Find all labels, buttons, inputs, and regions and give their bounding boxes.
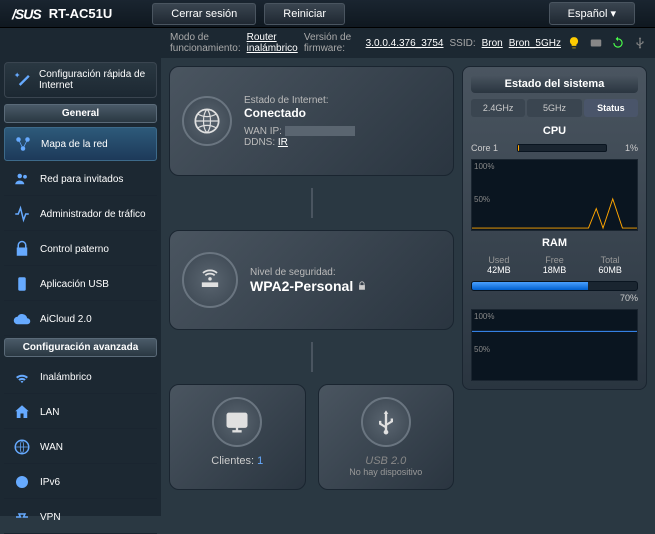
globe-icon (182, 96, 232, 146)
status-bar: Modo de funcionamiento: Router inalámbri… (0, 28, 655, 58)
logout-button[interactable]: Cerrar sesión (152, 3, 256, 25)
nav-wan[interactable]: WAN (4, 431, 157, 464)
ram-percent: 70% (471, 293, 638, 303)
cpu-graph: 100% 50% (471, 159, 638, 231)
ddns-label: DDNS: (244, 137, 275, 148)
usb-card[interactable]: USB 2.0 No hay dispositivo (318, 384, 455, 490)
cpu-meter (517, 144, 607, 152)
lock-icon (12, 239, 32, 259)
card-icon[interactable] (589, 36, 603, 50)
refresh-icon[interactable] (611, 36, 625, 50)
nav-traffic-manager[interactable]: Administrador de tráfico (4, 198, 157, 231)
quick-setup-button[interactable]: Configuración rápida de Internet (4, 62, 157, 98)
security-label: Nivel de seguridad: (250, 267, 367, 278)
nav-parental-control[interactable]: Control paterno (4, 233, 157, 266)
wan-ip-label: WAN IP: (244, 126, 282, 137)
wan-ip-value (285, 126, 355, 136)
nav-guest-network[interactable]: Red para invitados (4, 163, 157, 196)
usb-plug-icon (361, 397, 411, 447)
brand-logo: /SUS (12, 6, 41, 22)
wand-icon (13, 70, 33, 90)
advanced-section: Configuración avanzada (4, 338, 157, 357)
cpu-percent: 1% (613, 143, 638, 153)
internet-status-card[interactable]: Estado de Internet: Conectado WAN IP: DD… (169, 66, 454, 176)
ram-title: RAM (471, 237, 638, 249)
usb-icon (12, 274, 32, 294)
ipv6-icon (12, 472, 32, 492)
usb-status: No hay dispositivo (331, 467, 442, 477)
router-icon (182, 252, 238, 308)
system-status-panel: Estado del sistema 2.4GHz 5GHz Status CP… (462, 66, 647, 390)
lock-icon (357, 281, 367, 291)
nav-lan[interactable]: LAN (4, 396, 157, 429)
security-value: WPA2-Personal (250, 278, 367, 294)
tab-status[interactable]: Status (584, 99, 638, 117)
nav-ipv6[interactable]: IPv6 (4, 466, 157, 499)
ssid2-link[interactable]: Bron_5GHz (509, 38, 561, 49)
usb-icon[interactable] (633, 36, 647, 50)
home-icon (12, 402, 32, 422)
wifi-icon (12, 367, 32, 387)
reboot-button[interactable]: Reiniciar (264, 3, 345, 25)
nav-network-map[interactable]: Mapa de la red (4, 127, 157, 161)
system-status-title: Estado del sistema (471, 75, 638, 93)
ssid1-link[interactable]: Bron (482, 38, 503, 49)
network-icon (13, 134, 33, 154)
cpu-core-label: Core 1 (471, 143, 511, 153)
ram-graph: 100% 50% (471, 309, 638, 381)
model-name: RT-AC51U (49, 6, 113, 21)
clients-label: Clientes: 1 (182, 455, 293, 467)
ram-free: Free18MB (543, 255, 567, 275)
vpn-icon (12, 507, 32, 527)
monitor-icon (212, 397, 262, 447)
internet-status-value: Conectado (244, 106, 355, 120)
internet-status-label: Estado de Internet: (244, 95, 355, 106)
guest-icon (12, 169, 32, 189)
nav-usb-app[interactable]: Aplicación USB (4, 268, 157, 301)
ram-total: Total60MB (598, 255, 622, 275)
ram-used: Used42MB (487, 255, 511, 275)
nav-vpn[interactable]: VPN (4, 501, 157, 534)
ram-meter (471, 281, 638, 291)
globe-icon (12, 437, 32, 457)
mode-link[interactable]: Router inalámbrico (247, 32, 298, 54)
cloud-icon (12, 309, 32, 329)
firmware-link[interactable]: 3.0.0.4.376_3754 (366, 38, 444, 49)
tab-5ghz[interactable]: 5GHz (527, 99, 581, 117)
language-select[interactable]: Español ▾ (549, 2, 635, 25)
nav-wireless[interactable]: Inalámbrico (4, 361, 157, 394)
ddns-link[interactable]: IR (278, 137, 288, 148)
clients-card[interactable]: Clientes: 1 (169, 384, 306, 490)
traffic-icon (12, 204, 32, 224)
cpu-title: CPU (471, 125, 638, 137)
tab-24ghz[interactable]: 2.4GHz (471, 99, 525, 117)
bulb-icon[interactable] (567, 36, 581, 50)
general-section: General (4, 104, 157, 123)
usb-label: USB 2.0 (331, 455, 442, 467)
security-card[interactable]: Nivel de seguridad: WPA2-Personal (169, 230, 454, 330)
nav-aicloud[interactable]: AiCloud 2.0 (4, 303, 157, 336)
